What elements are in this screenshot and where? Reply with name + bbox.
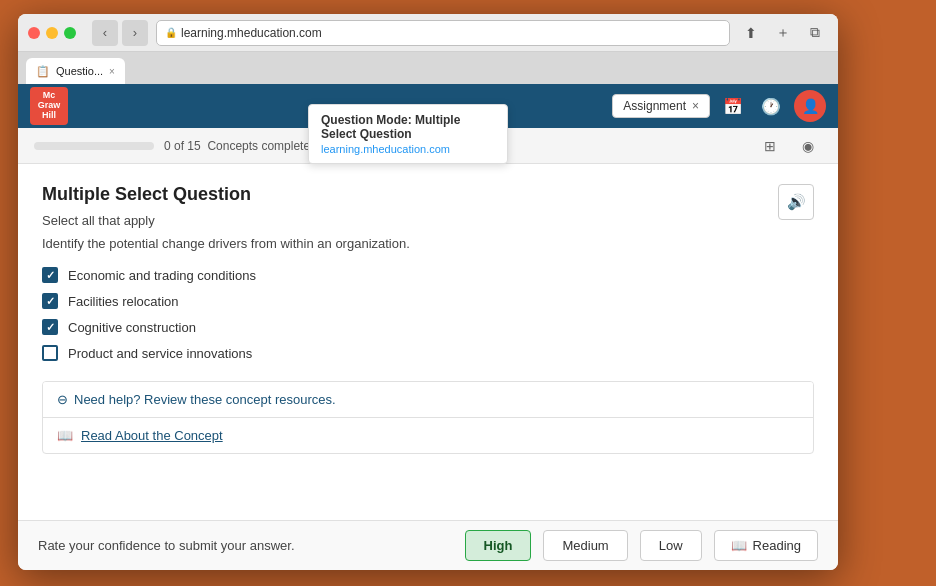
list-item: Product and service innovations [42,345,814,361]
browser-actions: ⬆ ＋ ⧉ [738,20,828,46]
audio-button[interactable]: 🔊 [778,184,814,220]
tab-label: Questio... [56,65,103,77]
option-2-label: Facilities relocation [68,294,179,309]
tabs-bar: 📋 Questio... × [18,52,838,84]
assignment-badge-close[interactable]: × [692,99,699,113]
grid-view-button[interactable]: ⊞ [756,132,784,160]
nav-buttons: ‹ › [92,20,148,46]
fullscreen-window-button[interactable] [64,27,76,39]
list-item: Cognitive construction [42,319,814,335]
read-concept-link[interactable]: Read About the Concept [81,428,223,443]
list-item: Facilities relocation [42,293,814,309]
question-title: Multiple Select Question [42,184,410,205]
progress-right: ⊞ ◉ [756,132,822,160]
minimize-window-button[interactable] [46,27,58,39]
checkbox-option-2[interactable] [42,293,58,309]
checkbox-option-1[interactable] [42,267,58,283]
tab-close-button[interactable]: × [109,66,115,77]
question-header: Multiple Select Question Select all that… [42,184,814,267]
reading-button[interactable]: 📖 Reading [714,530,818,561]
browser-titlebar: ‹ › 🔒 learning.mheducation.com ⬆ ＋ ⧉ [18,14,838,52]
assignment-label: Assignment [623,99,686,113]
lock-icon: 🔒 [165,27,177,38]
user-avatar[interactable]: 👤 [794,90,826,122]
main-content: Multiple Select Question Select all that… [18,164,838,520]
question-mode-tooltip: Question Mode: Multiple Select Question … [308,104,508,164]
clock-icon-button[interactable]: 🕐 [756,91,786,121]
tab-favicon: 📋 [36,65,50,78]
checkbox-option-4[interactable] [42,345,58,361]
forward-button[interactable]: › [122,20,148,46]
mh-toolbar-right: Assignment × 📅 🕐 👤 [612,90,826,122]
reading-icon: 📖 [731,538,747,553]
high-confidence-button[interactable]: High [465,530,532,561]
share-button[interactable]: ⬆ [738,20,764,46]
low-confidence-button[interactable]: Low [640,530,702,561]
reading-label: Reading [753,538,801,553]
assignment-badge: Assignment × [612,94,710,118]
progress-bar-track [34,142,154,150]
tooltip-title: Question Mode: Multiple Select Question [321,113,495,141]
close-window-button[interactable] [28,27,40,39]
active-tab[interactable]: 📋 Questio... × [26,58,125,84]
help-toggle[interactable]: ⊖ Need help? Review these concept resour… [43,382,813,417]
help-body: 📖 Read About the Concept [43,417,813,453]
checkbox-list: Economic and trading conditions Faciliti… [42,267,814,361]
help-toggle-label: Need help? Review these concept resource… [74,392,336,407]
mh-logo: Mc Graw Hill [30,87,68,125]
progress-text: 0 of 15 Concepts completed [164,139,317,153]
option-1-label: Economic and trading conditions [68,268,256,283]
new-tab-button[interactable]: ＋ [770,20,796,46]
option-4-label: Product and service innovations [68,346,252,361]
confidence-label: Rate your confidence to submit your answ… [38,538,453,553]
chevron-down-icon: ⊖ [57,392,68,407]
select-all-text: Select all that apply [42,213,410,228]
book-icon: 📖 [57,428,73,443]
settings-button[interactable]: ◉ [794,132,822,160]
traffic-lights [28,27,76,39]
question-text: Identify the potential change drivers fr… [42,236,410,251]
list-item: Economic and trading conditions [42,267,814,283]
calendar-icon-button[interactable]: 📅 [718,91,748,121]
tab-overview-button[interactable]: ⧉ [802,20,828,46]
tooltip-url: learning.mheducation.com [321,143,495,155]
help-section: ⊖ Need help? Review these concept resour… [42,381,814,454]
address-bar[interactable]: 🔒 learning.mheducation.com [156,20,730,46]
browser-window: ‹ › 🔒 learning.mheducation.com ⬆ ＋ ⧉ 📋 Q… [18,14,838,570]
medium-confidence-button[interactable]: Medium [543,530,627,561]
confidence-bar: Rate your confidence to submit your answ… [18,520,838,570]
back-button[interactable]: ‹ [92,20,118,46]
option-3-label: Cognitive construction [68,320,196,335]
checkbox-option-3[interactable] [42,319,58,335]
address-text: learning.mheducation.com [181,26,322,40]
